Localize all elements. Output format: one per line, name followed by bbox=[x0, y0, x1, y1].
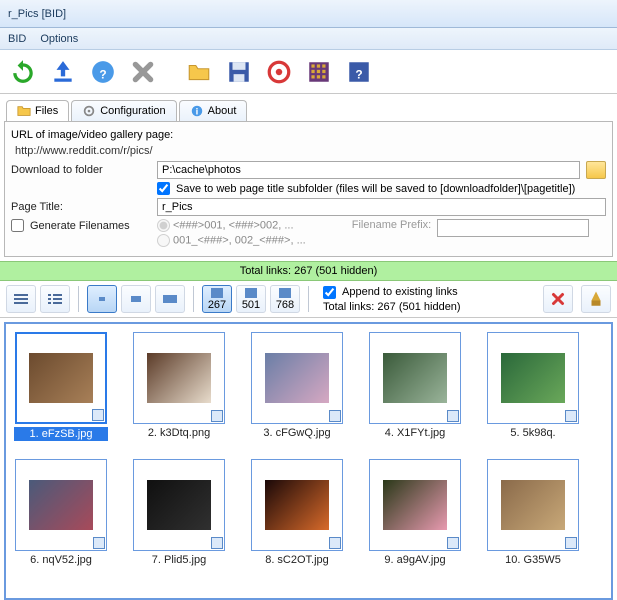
thumbnail-item[interactable]: 2. k3Dtq.png bbox=[132, 332, 226, 441]
page-title-label: Page Title: bbox=[11, 201, 151, 213]
page-title-input[interactable] bbox=[157, 198, 606, 216]
svg-text:?: ? bbox=[99, 67, 106, 81]
thumbnail-item[interactable]: 7. Plid5.jpg bbox=[132, 459, 226, 566]
thumb-badge-icon bbox=[329, 410, 341, 422]
thumbnail-filename: 10. G35W5 bbox=[486, 554, 580, 566]
menu-bid[interactable]: BID bbox=[8, 33, 26, 45]
folder-button[interactable] bbox=[182, 55, 216, 89]
size-toolbar: 267 501 768 Append to existing links Tot… bbox=[0, 281, 617, 318]
reload-button[interactable] bbox=[6, 55, 40, 89]
thumb-small-button[interactable] bbox=[87, 285, 117, 313]
help-button[interactable]: ? bbox=[86, 55, 120, 89]
thumb-badge-icon bbox=[565, 537, 577, 549]
thumbnail-image bbox=[133, 332, 225, 424]
tab-config-label: Configuration bbox=[100, 105, 165, 117]
size-768-button[interactable]: 768 bbox=[270, 285, 300, 313]
window-titlebar: r_Pics [BID] bbox=[0, 0, 617, 28]
pattern-radio-1[interactable]: <###>001, <###>002, ... bbox=[157, 219, 306, 232]
svg-text:i: i bbox=[195, 107, 198, 118]
pattern-radio-2[interactable]: 001_<###>, 002_<###>, ... bbox=[157, 234, 306, 247]
save-subfolder-checkbox[interactable]: Save to web page title subfolder (files … bbox=[157, 182, 575, 195]
thumbnail-filename: 3. cFGwQ.jpg bbox=[250, 427, 344, 439]
thumbnail-item[interactable]: 5. 5k98q. bbox=[486, 332, 580, 441]
about-icon: i bbox=[190, 104, 204, 118]
thumbnail-filename: 6. nqV52.jpg bbox=[14, 554, 108, 566]
thumbnail-image bbox=[487, 459, 579, 551]
menubar: BID Options bbox=[0, 28, 617, 50]
thumb-badge-icon bbox=[447, 410, 459, 422]
thumbnail-item[interactable]: 10. G35W5 bbox=[486, 459, 580, 566]
files-panel: URL of image/video gallery page: http://… bbox=[4, 121, 613, 257]
gear-icon bbox=[82, 104, 96, 118]
generate-filenames-checkbox[interactable]: Generate Filenames bbox=[11, 219, 151, 232]
filename-prefix-input[interactable] bbox=[437, 219, 589, 237]
thumbnail-item[interactable]: 9. a9gAV.jpg bbox=[368, 459, 462, 566]
filename-pattern-radios: <###>001, <###>002, ... 001_<###>, 002_<… bbox=[157, 219, 306, 247]
thumbnail-item[interactable]: 6. nqV52.jpg bbox=[14, 459, 108, 566]
view-details-button[interactable] bbox=[40, 285, 70, 313]
folder-input[interactable] bbox=[157, 161, 580, 179]
thumbnail-area: 1. eFzSB.jpg 2. k3Dtq.png 3. cFGwQ.jpg 4… bbox=[4, 322, 613, 600]
tab-strip: Files Configuration i About bbox=[6, 100, 617, 121]
tab-about-label: About bbox=[208, 105, 237, 117]
thumbnail-image bbox=[15, 459, 107, 551]
thumbnail-item[interactable]: 8. sC2OT.jpg bbox=[250, 459, 344, 566]
size-267-button[interactable]: 267 bbox=[202, 285, 232, 313]
url-label: URL of image/video gallery page: bbox=[11, 129, 173, 141]
thumbnail-item[interactable]: 3. cFGwQ.jpg bbox=[250, 332, 344, 441]
info-button[interactable]: ? bbox=[342, 55, 376, 89]
thumbnail-image bbox=[369, 459, 461, 551]
window-title: r_Pics [BID] bbox=[8, 8, 66, 20]
thumb-badge-icon bbox=[211, 537, 223, 549]
svg-text:?: ? bbox=[355, 67, 362, 81]
thumbnail-item[interactable]: 4. X1FYt.jpg bbox=[368, 332, 462, 441]
cancel-button[interactable] bbox=[126, 55, 160, 89]
thumbnail-filename: 9. a9gAV.jpg bbox=[368, 554, 462, 566]
size-501-button[interactable]: 501 bbox=[236, 285, 266, 313]
tab-about[interactable]: i About bbox=[179, 100, 248, 121]
thumbnail-filename: 4. X1FYt.jpg bbox=[368, 427, 462, 439]
links-summary: Total links: 267 (501 hidden) bbox=[323, 301, 461, 313]
thumbnail-image bbox=[369, 332, 461, 424]
menu-options[interactable]: Options bbox=[40, 33, 78, 45]
thumb-badge-icon bbox=[447, 537, 459, 549]
thumb-badge-icon bbox=[92, 409, 104, 421]
thumb-badge-icon bbox=[565, 410, 577, 422]
filename-prefix-label: Filename Prefix: bbox=[352, 219, 431, 231]
files-icon bbox=[17, 104, 31, 118]
append-links-checkbox[interactable]: Append to existing links bbox=[323, 286, 461, 299]
url-value[interactable]: http://www.reddit.com/r/pics/ bbox=[11, 144, 157, 158]
view-list-button[interactable] bbox=[6, 285, 36, 313]
thumb-badge-icon bbox=[329, 537, 341, 549]
thumbnail-filename: 5. 5k98q. bbox=[486, 427, 580, 439]
main-toolbar: ? ? bbox=[0, 50, 617, 94]
thumbnail-item[interactable]: 1. eFzSB.jpg bbox=[14, 332, 108, 441]
download-button[interactable] bbox=[46, 55, 80, 89]
thumbnail-filename: 2. k3Dtq.png bbox=[132, 427, 226, 439]
thumb-badge-icon bbox=[93, 537, 105, 549]
tab-files-label: Files bbox=[35, 105, 58, 117]
save-button[interactable] bbox=[222, 55, 256, 89]
thumb-large-button[interactable] bbox=[155, 285, 185, 313]
folder-label: Download to folder bbox=[11, 164, 151, 176]
thumbnail-image bbox=[487, 332, 579, 424]
thumbnail-image bbox=[133, 459, 225, 551]
total-links-bar: Total links: 267 (501 hidden) bbox=[0, 261, 617, 281]
thumbnail-image bbox=[251, 459, 343, 551]
thumbnail-filename: 7. Plid5.jpg bbox=[132, 554, 226, 566]
tab-files[interactable]: Files bbox=[6, 100, 69, 121]
thumbnail-filename: 8. sC2OT.jpg bbox=[250, 554, 344, 566]
thumb-med-button[interactable] bbox=[121, 285, 151, 313]
thumbnail-image bbox=[15, 332, 107, 424]
thumbnail-image bbox=[251, 332, 343, 424]
settings-button[interactable] bbox=[262, 55, 296, 89]
thumbnail-filename: 1. eFzSB.jpg bbox=[14, 427, 108, 441]
browse-folder-button[interactable] bbox=[586, 161, 606, 179]
clean-button[interactable] bbox=[581, 285, 611, 313]
grid-button[interactable] bbox=[302, 55, 336, 89]
delete-button[interactable] bbox=[543, 285, 573, 313]
thumb-badge-icon bbox=[211, 410, 223, 422]
tab-configuration[interactable]: Configuration bbox=[71, 100, 176, 121]
